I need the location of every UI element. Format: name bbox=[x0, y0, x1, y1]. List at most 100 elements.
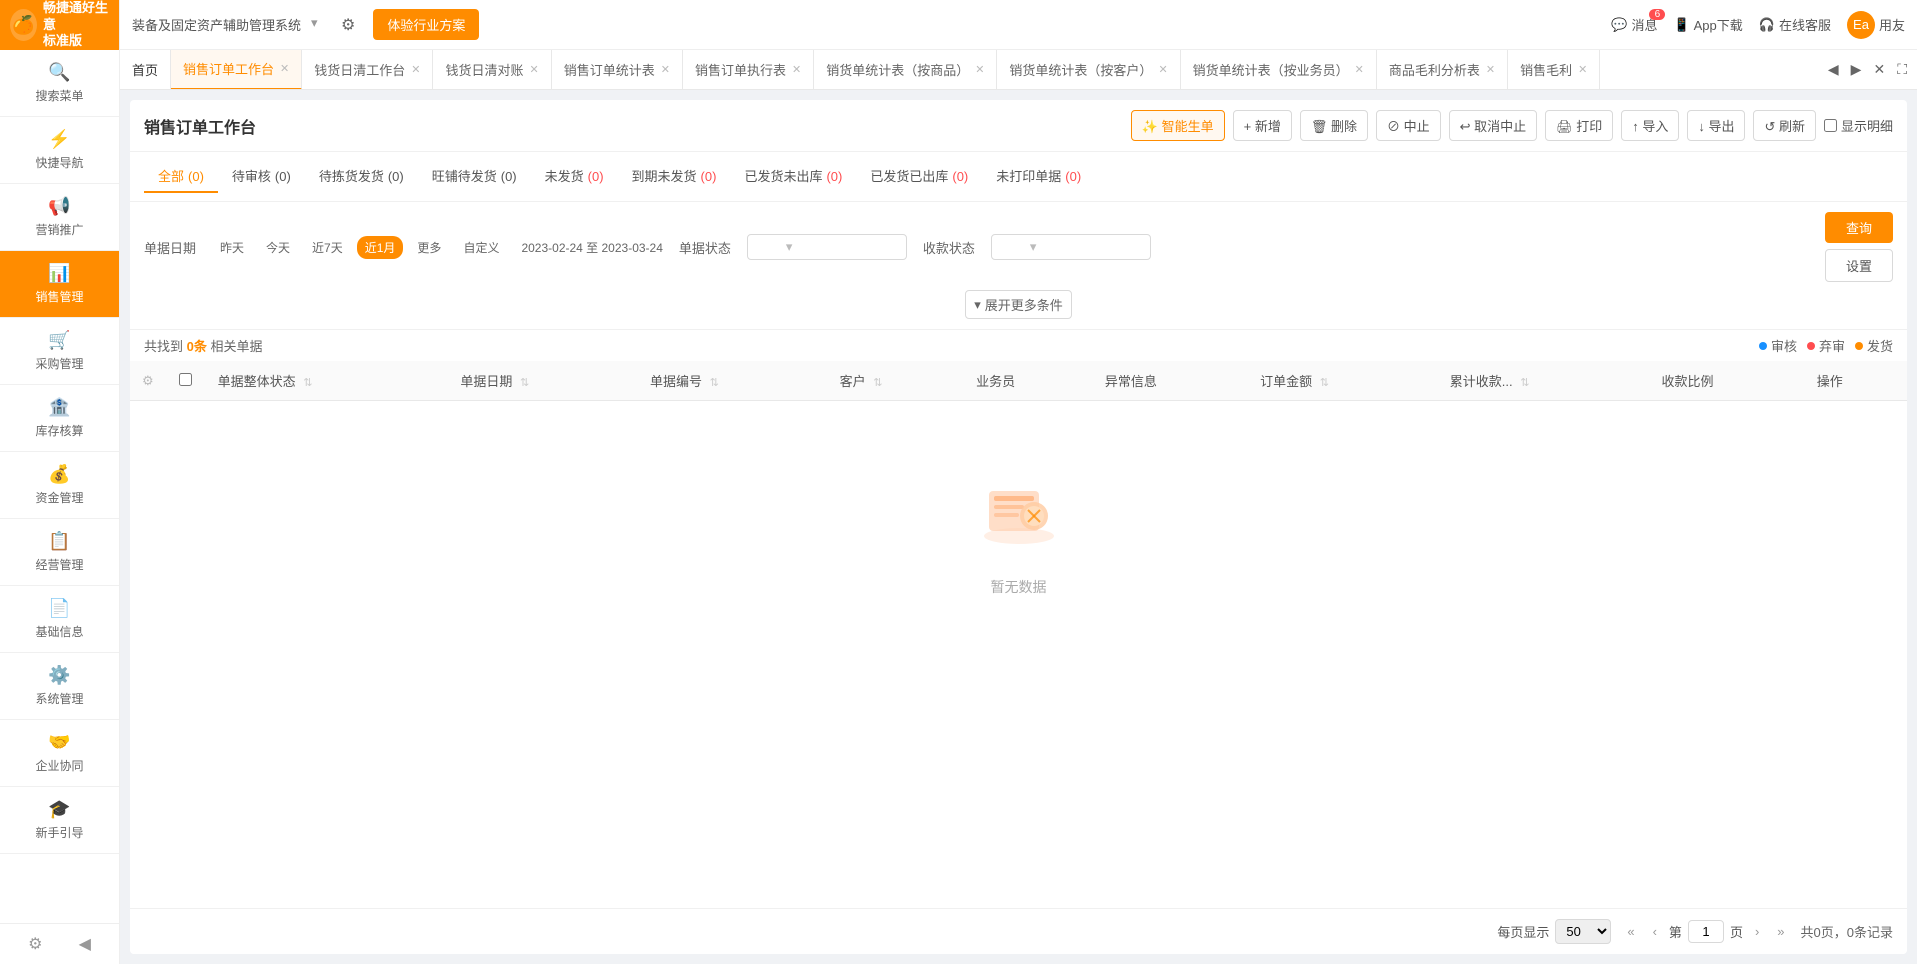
delete-btn[interactable]: 🗑 删除 bbox=[1300, 110, 1368, 141]
sidebar-item-basic[interactable]: 📄 基础信息 bbox=[0, 586, 119, 653]
sub-tab-wangpu-pending[interactable]: 旺铺待发货(0) bbox=[418, 160, 531, 193]
tab-sales-summary-customer[interactable]: 销货单统计表（按客户）✕ bbox=[997, 50, 1180, 90]
page-number-input[interactable] bbox=[1688, 920, 1724, 943]
tab-sales-exec[interactable]: 销售订单执行表✕ bbox=[683, 50, 814, 90]
filter-settings-btn[interactable]: 设置 bbox=[1825, 249, 1893, 282]
sub-tab-pending-inspect[interactable]: 待拣货发货(0) bbox=[305, 160, 418, 193]
topbar-settings-icon[interactable]: ⚙ bbox=[341, 15, 355, 35]
tab-label-sales-profit: 销售毛利 bbox=[1520, 60, 1572, 79]
tab-sales-profit[interactable]: 销售毛利 ✕ bbox=[1508, 50, 1600, 90]
tab-cash-daily[interactable]: 钱货日清工作台✕ bbox=[302, 50, 433, 90]
expand-row: ▾ 展开更多条件 bbox=[144, 290, 1893, 319]
sub-tab-count-shipped-not-out: (0) bbox=[826, 169, 842, 184]
review-action-btn[interactable]: 审核 bbox=[1759, 336, 1797, 355]
expand-conditions-btn[interactable]: ▾ 展开更多条件 bbox=[965, 290, 1072, 319]
tabs-prev-btn[interactable]: ◀ bbox=[1824, 59, 1843, 80]
filter-right-actions: 查询 设置 bbox=[1825, 212, 1893, 282]
tab-sales-summary-product[interactable]: 销货单统计表（按商品）✕ bbox=[814, 50, 997, 90]
page-size-dropdown[interactable]: 50 100 200 bbox=[1555, 919, 1611, 944]
sidebar-label-sales: 销售管理 bbox=[35, 288, 83, 305]
main-area: 装备及固定资产辅助管理系统 ▾ ⚙ 体验行业方案 💬 消息 6 📱 App下载 … bbox=[120, 0, 1917, 964]
first-page-btn[interactable]: « bbox=[1621, 922, 1640, 941]
sidebar-item-operation[interactable]: 📋 经营管理 bbox=[0, 519, 119, 586]
tab-home[interactable]: 首页 bbox=[120, 50, 171, 90]
sidebar-item-quick-nav[interactable]: ⚡ 快捷导航 bbox=[0, 117, 119, 184]
sidebar-item-search[interactable]: 🔍 搜索菜单 bbox=[0, 50, 119, 117]
app-download-btn[interactable]: 📱 App下载 bbox=[1673, 15, 1742, 34]
prev-page-btn[interactable]: ‹ bbox=[1647, 922, 1663, 941]
sidebar-icon-quick-nav: ⚡ bbox=[48, 129, 70, 150]
payment-select[interactable]: ▾ bbox=[991, 234, 1151, 260]
add-btn[interactable]: + 新增 bbox=[1233, 110, 1292, 141]
cancel-action-btn[interactable]: 弃审 bbox=[1807, 336, 1845, 355]
tab-cash-reconcile[interactable]: 钱货日清对账✕ bbox=[433, 50, 551, 90]
tabs-fullscreen-btn[interactable]: ⛶ bbox=[1893, 59, 1911, 80]
show-details-input[interactable] bbox=[1824, 119, 1837, 132]
tab-close-sales-summary-customer[interactable]: ✕ bbox=[1158, 63, 1167, 76]
result-bar: 共找到 0条 相关单据 审核 弃审 发货 bbox=[130, 330, 1907, 361]
sub-tab-shipped-out[interactable]: 已发货已出库(0) bbox=[856, 160, 982, 193]
sidebar-item-purchase[interactable]: 🛒 采购管理 bbox=[0, 318, 119, 385]
sub-tab-overdue-not-shipped[interactable]: 到期未发货(0) bbox=[618, 160, 731, 193]
tab-close-cash-daily[interactable]: ✕ bbox=[411, 63, 420, 76]
tabs-close-all-btn[interactable]: ✕ bbox=[1869, 59, 1889, 80]
last-page-btn[interactable]: » bbox=[1771, 922, 1790, 941]
tab-sales-summary-staff[interactable]: 销货单统计表（按业务员）✕ bbox=[1181, 50, 1377, 90]
sub-tab-shipped-not-out[interactable]: 已发货未出库(0) bbox=[730, 160, 856, 193]
tab-sales-stats[interactable]: 销售订单统计表✕ bbox=[552, 50, 683, 90]
sidebar-settings-icon[interactable]: ⚙ bbox=[28, 934, 42, 954]
next-page-btn[interactable]: › bbox=[1749, 922, 1765, 941]
ai-btn[interactable]: ✨ 智能生单 bbox=[1131, 110, 1225, 141]
import-btn[interactable]: ↑ 导入 bbox=[1621, 110, 1679, 141]
sub-tab-not-shipped[interactable]: 未发货(0) bbox=[531, 160, 618, 193]
sidebar-item-system[interactable]: ⚙️ 系统管理 bbox=[0, 653, 119, 720]
sub-tab-label-overdue-not-shipped: 到期未发货 bbox=[632, 169, 697, 184]
sub-tab-label-not-printed: 未打印单据 bbox=[996, 169, 1061, 184]
experience-button[interactable]: 体验行业方案 bbox=[373, 9, 479, 40]
sub-tab-count-shipped-out: (0) bbox=[952, 169, 968, 184]
tab-close-sales-profit[interactable]: ✕ bbox=[1578, 63, 1587, 76]
tab-close-sales-exec[interactable]: ✕ bbox=[792, 63, 801, 76]
status-select[interactable]: ▾ bbox=[747, 234, 907, 260]
tab-close-sales-summary-product[interactable]: ✕ bbox=[975, 63, 984, 76]
date-yesterday-btn[interactable]: 昨天 bbox=[212, 236, 252, 259]
print-btn[interactable]: 🖨 打印 bbox=[1545, 110, 1613, 141]
message-btn[interactable]: 💬 消息 6 bbox=[1611, 15, 1657, 34]
tab-close-cash-reconcile[interactable]: ✕ bbox=[530, 63, 539, 76]
tab-close-sales-workbench[interactable]: ✕ bbox=[280, 62, 289, 75]
export-btn[interactable]: ↓ 导出 bbox=[1687, 110, 1745, 141]
sidebar-item-newbie[interactable]: 🎓 新手引导 bbox=[0, 787, 119, 854]
date-1month-btn[interactable]: 近1月 bbox=[357, 236, 404, 259]
date-custom-btn[interactable]: 自定义 bbox=[455, 236, 507, 259]
date-more-btn[interactable]: 更多 bbox=[409, 236, 449, 259]
sidebar-collapse-icon[interactable]: ◀ bbox=[79, 934, 91, 954]
sidebar-item-enterprise[interactable]: 🤝 企业协同 bbox=[0, 720, 119, 787]
stop-btn[interactable]: ⊘ 中止 bbox=[1376, 110, 1441, 141]
sub-tab-pending-review[interactable]: 待审核(0) bbox=[218, 160, 305, 193]
tabs-next-btn[interactable]: ▶ bbox=[1847, 59, 1866, 80]
date-7days-btn[interactable]: 近7天 bbox=[304, 236, 351, 259]
ship-action-btn[interactable]: 发货 bbox=[1855, 336, 1893, 355]
sidebar-item-marketing[interactable]: 📢 营销推广 bbox=[0, 184, 119, 251]
sidebar-item-inventory[interactable]: 🏦 库存核算 bbox=[0, 385, 119, 452]
pagination-bar: 每页显示 50 100 200 « ‹ 第 页 › » 共0页，0条记录 bbox=[130, 908, 1907, 954]
tab-close-product-margin[interactable]: ✕ bbox=[1486, 63, 1495, 76]
cancel-stop-btn[interactable]: ↩ 取消中止 bbox=[1449, 110, 1538, 141]
tab-sales-workbench[interactable]: 销售订单工作台✕ bbox=[171, 50, 302, 90]
date-today-btn[interactable]: 今天 bbox=[258, 236, 298, 259]
tab-close-sales-stats[interactable]: ✕ bbox=[661, 63, 670, 76]
support-btn[interactable]: 🎧 在线客服 bbox=[1759, 15, 1831, 34]
tab-product-margin[interactable]: 商品毛利分析表✕ bbox=[1377, 50, 1508, 90]
query-btn[interactable]: 查询 bbox=[1825, 212, 1893, 243]
sidebar-item-sales[interactable]: 📊 销售管理 bbox=[0, 251, 119, 318]
system-title-dropdown[interactable]: ▾ bbox=[311, 15, 331, 35]
status-filter-label: 单据状态 bbox=[679, 238, 731, 257]
show-details-checkbox[interactable]: 显示明细 bbox=[1824, 116, 1893, 135]
select-all-checkbox[interactable] bbox=[179, 373, 192, 386]
sidebar-item-finance[interactable]: 💰 资金管理 bbox=[0, 452, 119, 519]
sub-tab-not-printed[interactable]: 未打印单据(0) bbox=[982, 160, 1095, 193]
user-btn[interactable]: Ea 用友 bbox=[1847, 11, 1905, 39]
tab-close-sales-summary-staff[interactable]: ✕ bbox=[1355, 63, 1364, 76]
refresh-btn[interactable]: ↺ 刷新 bbox=[1753, 110, 1816, 141]
sub-tab-all[interactable]: 全部(0) bbox=[144, 160, 218, 193]
